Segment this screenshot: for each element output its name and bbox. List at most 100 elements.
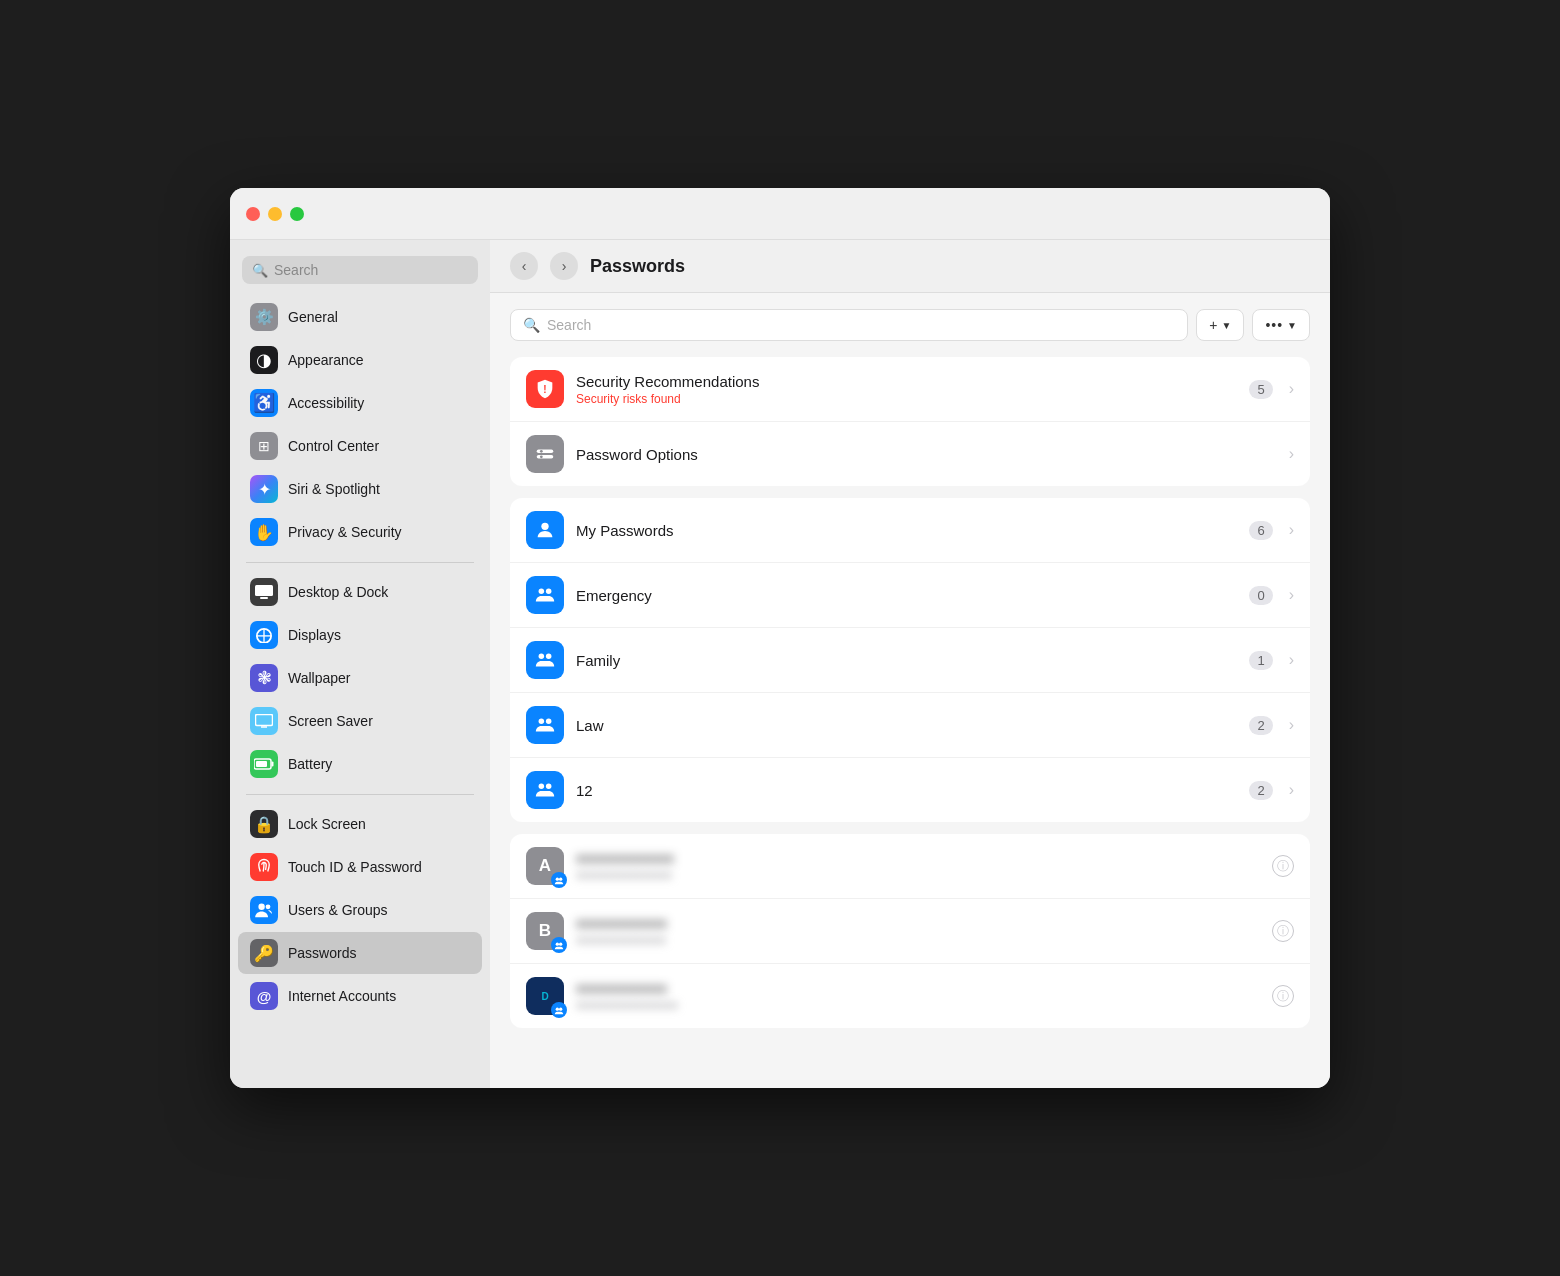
entries-card: A xxxxxxxxxxxxxx xxxxxxxxxxxxxxxx ⓘ	[510, 834, 1310, 1028]
entry-b-title: xxxxxxxxxxxxx	[576, 915, 1260, 931]
sidebar-item-battery[interactable]: Battery	[238, 743, 482, 785]
entry-deepl-text: xxxxxxxxxxxxx xxxxxxxxxxxxxxxxx	[576, 980, 1260, 1012]
internet-accounts-icon: @	[250, 982, 278, 1010]
privacy-icon: ✋	[250, 518, 278, 546]
family-text: Family	[576, 652, 1237, 669]
close-button[interactable]	[246, 207, 260, 221]
sidebar-item-label: Passwords	[288, 945, 356, 961]
sidebar-item-passwords[interactable]: 🔑 Passwords	[238, 932, 482, 974]
password-search-bar: 🔍 + ▼ ••• ▼	[510, 309, 1310, 341]
more-chevron-icon: ▼	[1287, 320, 1297, 331]
my-passwords-icon	[526, 511, 564, 549]
emergency-icon	[526, 576, 564, 614]
sidebar-item-label: General	[288, 309, 338, 325]
entry-a-row[interactable]: A xxxxxxxxxxxxxx xxxxxxxxxxxxxxxx ⓘ	[510, 834, 1310, 899]
law-badge: 2	[1249, 716, 1272, 735]
sidebar: 🔍 ⚙️ General ◑ Appearance ♿ Accessibilit…	[230, 240, 490, 1088]
search-icon: 🔍	[252, 263, 268, 278]
more-icon: •••	[1265, 317, 1283, 333]
sidebar-item-appearance[interactable]: ◑ Appearance	[238, 339, 482, 381]
sidebar-item-lockscreen[interactable]: 🔒 Lock Screen	[238, 803, 482, 845]
svg-point-27	[559, 878, 562, 881]
svg-point-31	[559, 1008, 562, 1011]
entry-b-row[interactable]: B xxxxxxxxxxxxx xxxxxxxxxxxxxxx ⓘ	[510, 899, 1310, 964]
more-options-button[interactable]: ••• ▼	[1252, 309, 1310, 341]
svg-point-21	[546, 654, 552, 660]
entry-b-avatar: B	[526, 912, 564, 950]
sidebar-item-label: Users & Groups	[288, 902, 388, 918]
forward-button[interactable]: ›	[550, 252, 578, 280]
svg-text:!: !	[543, 384, 546, 395]
maximize-button[interactable]	[290, 207, 304, 221]
twelve-title: 12	[576, 782, 1237, 799]
sidebar-item-displays[interactable]: Displays	[238, 614, 482, 656]
entry-a-info-button[interactable]: ⓘ	[1272, 855, 1294, 877]
twelve-text: 12	[576, 782, 1237, 799]
general-icon: ⚙️	[250, 303, 278, 331]
sidebar-item-label: Control Center	[288, 438, 379, 454]
sidebar-search[interactable]: 🔍	[242, 256, 478, 284]
entry-b-info-button[interactable]: ⓘ	[1272, 920, 1294, 942]
law-text: Law	[576, 717, 1237, 734]
law-row[interactable]: Law 2 ›	[510, 693, 1310, 758]
back-button[interactable]: ‹	[510, 252, 538, 280]
add-button[interactable]: + ▼	[1196, 309, 1244, 341]
svg-point-10	[258, 904, 264, 910]
security-text: Security Recommendations Security risks …	[576, 373, 1237, 406]
displays-icon	[250, 621, 278, 649]
sidebar-item-label: Wallpaper	[288, 670, 351, 686]
password-search-box[interactable]: 🔍	[510, 309, 1188, 341]
minimize-button[interactable]	[268, 207, 282, 221]
desktop-icon	[250, 578, 278, 606]
entry-b-subtitle: xxxxxxxxxxxxxxx	[576, 933, 1260, 947]
traffic-lights	[246, 207, 304, 221]
svg-rect-5	[256, 715, 273, 726]
family-row[interactable]: Family 1 ›	[510, 628, 1310, 693]
sidebar-item-label: Touch ID & Password	[288, 859, 422, 875]
sidebar-item-privacy[interactable]: ✋ Privacy & Security	[238, 511, 482, 553]
sidebar-item-screensaver[interactable]: Screen Saver	[238, 700, 482, 742]
twelve-icon	[526, 771, 564, 809]
entry-deepl-avatar: D	[526, 977, 564, 1015]
svg-point-25	[546, 784, 552, 790]
entry-b-shared-badge	[551, 937, 567, 953]
sidebar-item-label: Displays	[288, 627, 341, 643]
family-icon	[526, 641, 564, 679]
entry-deepl-subtitle: xxxxxxxxxxxxxxxxx	[576, 998, 1260, 1012]
password-search-input[interactable]	[547, 317, 1175, 333]
sidebar-item-accessibility[interactable]: ♿ Accessibility	[238, 382, 482, 424]
sidebar-item-label: Desktop & Dock	[288, 584, 388, 600]
law-icon	[526, 706, 564, 744]
sidebar-item-siri[interactable]: ✦ Siri & Spotlight	[238, 468, 482, 510]
sidebar-item-desktop[interactable]: Desktop & Dock	[238, 571, 482, 613]
svg-rect-13	[537, 449, 554, 453]
main-header: ‹ › Passwords	[490, 240, 1330, 293]
sidebar-item-wallpaper[interactable]: ❃ Wallpaper	[238, 657, 482, 699]
svg-rect-14	[537, 455, 554, 459]
svg-point-30	[556, 1008, 559, 1011]
sidebar-item-touchid[interactable]: Touch ID & Password	[238, 846, 482, 888]
password-options-row[interactable]: Password Options ›	[510, 422, 1310, 486]
sidebar-item-control-center[interactable]: ⊞ Control Center	[238, 425, 482, 467]
entry-b-text: xxxxxxxxxxxxx xxxxxxxxxxxxxxx	[576, 915, 1260, 947]
twelve-row[interactable]: 12 2 ›	[510, 758, 1310, 822]
sidebar-item-users[interactable]: Users & Groups	[238, 889, 482, 931]
sidebar-item-general[interactable]: ⚙️ General	[238, 296, 482, 338]
users-icon	[250, 896, 278, 924]
options-text: Password Options	[576, 446, 1277, 463]
entry-a-title: xxxxxxxxxxxxxx	[576, 850, 1260, 866]
entry-deepl-row[interactable]: D xxxxxxxxxxxxx xxxxxxxxxxxxxxxxx ⓘ	[510, 964, 1310, 1028]
main-panel: ‹ › Passwords 🔍 + ▼	[490, 240, 1330, 1088]
security-subtitle: Security risks found	[576, 392, 1237, 406]
my-passwords-row[interactable]: My Passwords 6 ›	[510, 498, 1310, 563]
entry-deepl-info-button[interactable]: ⓘ	[1272, 985, 1294, 1007]
sidebar-search-input[interactable]	[274, 262, 468, 278]
chevron-icon: ›	[1289, 521, 1294, 539]
battery-icon	[250, 750, 278, 778]
chevron-icon: ›	[1289, 716, 1294, 734]
sidebar-item-label: Accessibility	[288, 395, 364, 411]
emergency-row[interactable]: Emergency 0 ›	[510, 563, 1310, 628]
options-title: Password Options	[576, 446, 1277, 463]
security-recommendations-row[interactable]: ! Security Recommendations Security risk…	[510, 357, 1310, 422]
sidebar-item-internet[interactable]: @ Internet Accounts	[238, 975, 482, 1017]
